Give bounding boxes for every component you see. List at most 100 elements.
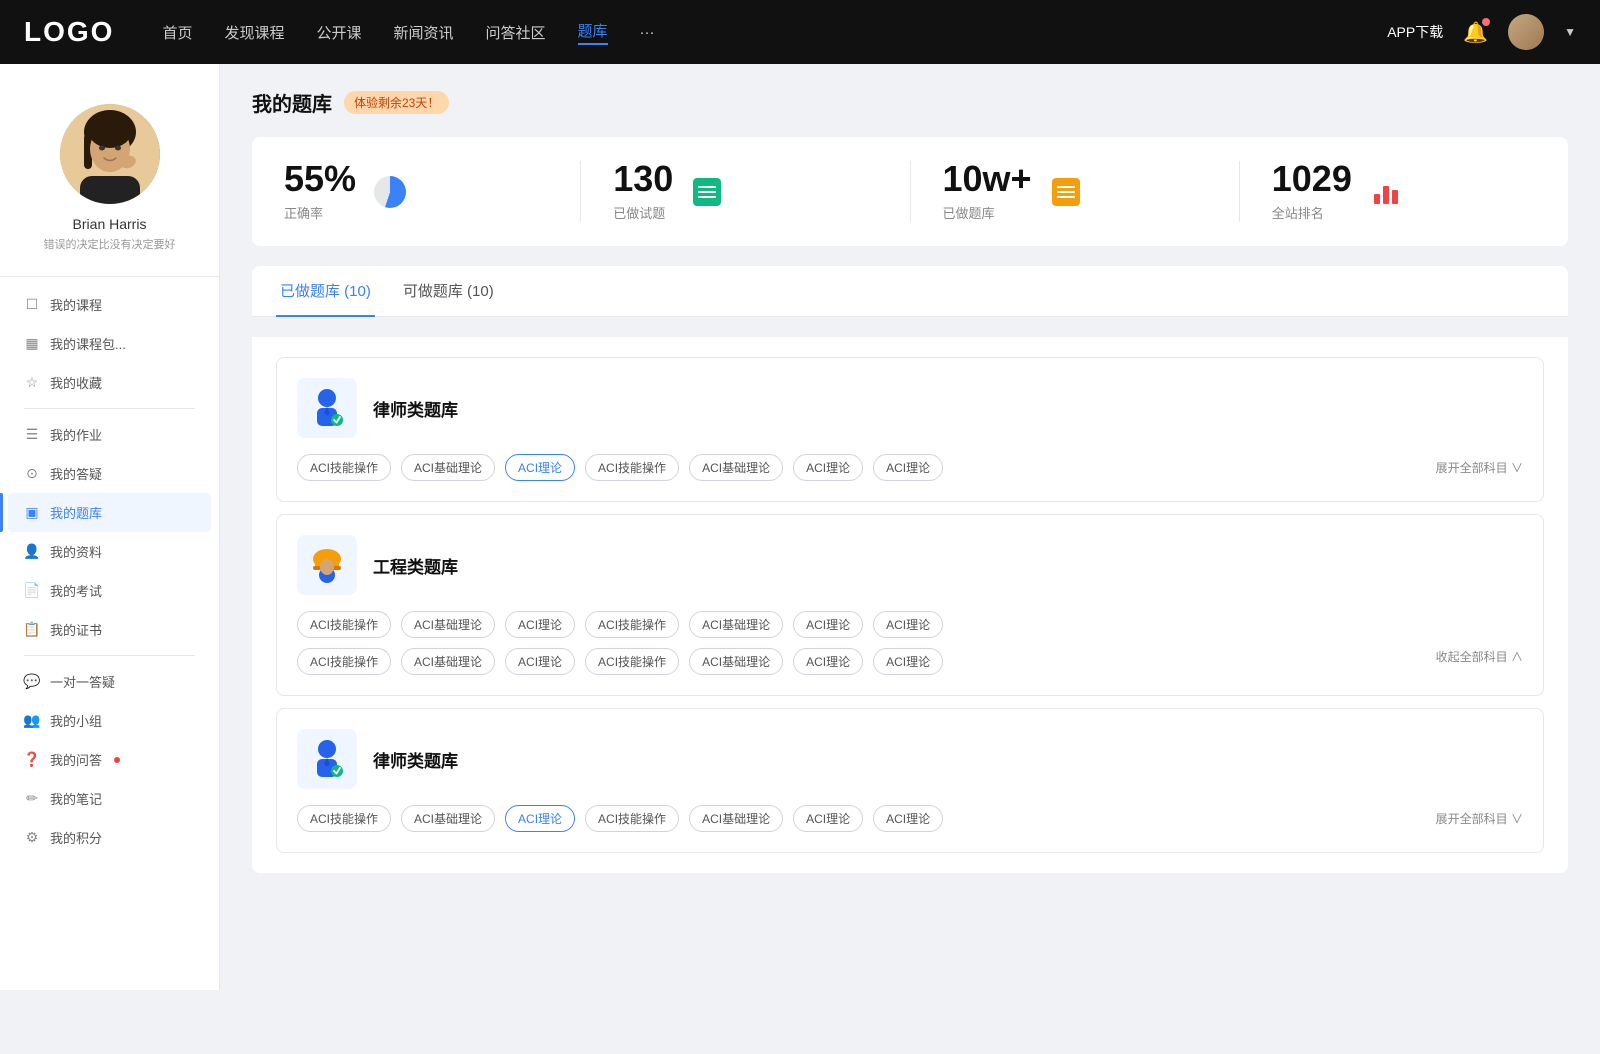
app-download-btn[interactable]: APP下载 — [1387, 22, 1443, 42]
avatar-image — [1508, 14, 1544, 50]
notification-bell[interactable]: 🔔 — [1463, 20, 1488, 45]
tag-2-7[interactable]: ACI理论 — [873, 611, 943, 638]
list-green-icon — [693, 178, 721, 206]
sidebar-label-quiz: 我的题库 — [50, 503, 102, 522]
user-avatar[interactable] — [1508, 14, 1544, 50]
done-questions-icon — [689, 174, 725, 210]
tag-2-3[interactable]: ACI理论 — [505, 611, 575, 638]
tag-3-5[interactable]: ACI基础理论 — [689, 805, 783, 832]
divider1 — [24, 408, 195, 409]
tag-3-7[interactable]: ACI理论 — [873, 805, 943, 832]
sidebar-item-profile[interactable]: 👤 我的资料 — [8, 532, 211, 571]
tag-2b-3[interactable]: ACI理论 — [505, 648, 575, 675]
sidebar-item-exam[interactable]: 📄 我的考试 — [8, 571, 211, 610]
favorites-icon: ☆ — [24, 375, 40, 391]
nav-qa[interactable]: 问答社区 — [486, 22, 546, 43]
bank-card-lawyer-2: 律师类题库 ACI技能操作 ACI基础理论 ACI理论 ACI技能操作 ACI基… — [276, 708, 1544, 853]
tag-1-6[interactable]: ACI理论 — [793, 454, 863, 481]
lawyer-svg-1 — [305, 386, 349, 430]
tab-done[interactable]: 已做题库 (10) — [276, 266, 375, 317]
sidebar-item-favorites[interactable]: ☆ 我的收藏 — [8, 363, 211, 402]
divider2 — [24, 655, 195, 656]
tag-2-5[interactable]: ACI基础理论 — [689, 611, 783, 638]
sidebar-item-quiz[interactable]: ▣ 我的题库 — [8, 493, 211, 532]
nav-home[interactable]: 首页 — [162, 22, 192, 43]
group-icon: 👥 — [24, 713, 40, 729]
tag-3-3[interactable]: ACI理论 — [505, 805, 575, 832]
tag-2b-5[interactable]: ACI基础理论 — [689, 648, 783, 675]
sidebar-item-notes[interactable]: ✏ 我的笔记 — [8, 779, 211, 818]
lawyer-svg-2 — [305, 737, 349, 781]
nav-open-course[interactable]: 公开课 — [316, 22, 361, 43]
sidebar-label-cert: 我的证书 — [50, 620, 102, 639]
tag-2-6[interactable]: ACI理论 — [793, 611, 863, 638]
accuracy-label: 正确率 — [284, 203, 356, 222]
bank-card-engineer: 工程类题库 ACI技能操作 ACI基础理论 ACI理论 ACI技能操作 ACI基… — [276, 514, 1544, 696]
sidebar-item-homework[interactable]: ☰ 我的作业 — [8, 415, 211, 454]
stats-bar: 55% 正确率 130 已做试题 — [252, 137, 1568, 246]
cert-icon: 📋 — [24, 622, 40, 638]
page-header: 我的题库 体验剩余23天！ — [252, 88, 1568, 117]
sidebar-item-points[interactable]: ⚙ 我的积分 — [8, 818, 211, 857]
done-banks-label: 已做题库 — [943, 203, 1032, 222]
rank-icon — [1368, 174, 1404, 210]
tag-3-1[interactable]: ACI技能操作 — [297, 805, 391, 832]
tag-1-4[interactable]: ACI技能操作 — [585, 454, 679, 481]
tag-1-2[interactable]: ACI基础理论 — [401, 454, 495, 481]
collapse-link-2[interactable]: 收起全部科目 ∧ — [1436, 648, 1523, 675]
qa-icon: ⊙ — [24, 466, 40, 482]
profile-name: Brian Harris — [73, 216, 147, 232]
done-questions-label: 已做试题 — [613, 203, 673, 222]
done-banks-icon — [1048, 174, 1084, 210]
tag-1-7[interactable]: ACI理论 — [873, 454, 943, 481]
sidebar-label-profile: 我的资料 — [50, 542, 102, 561]
tag-2b-7[interactable]: ACI理论 — [873, 648, 943, 675]
tag-2-2[interactable]: ACI基础理论 — [401, 611, 495, 638]
tag-3-4[interactable]: ACI技能操作 — [585, 805, 679, 832]
expand-link-1[interactable]: 展开全部科目 ∨ — [1436, 459, 1523, 476]
nav-quiz[interactable]: 题库 — [578, 20, 608, 45]
bank-card-header-3: 律师类题库 — [297, 729, 1523, 789]
tag-2b-4[interactable]: ACI技能操作 — [585, 648, 679, 675]
sidebar-item-cert[interactable]: 📋 我的证书 — [8, 610, 211, 649]
tag-2b-2[interactable]: ACI基础理论 — [401, 648, 495, 675]
expand-link-3[interactable]: 展开全部科目 ∨ — [1436, 810, 1523, 827]
tags-row-2b: ACI技能操作 ACI基础理论 ACI理论 ACI技能操作 ACI基础理论 AC… — [297, 648, 1523, 675]
rank-value: 1029 — [1272, 161, 1352, 197]
tabs-row: 已做题库 (10) 可做题库 (10) — [252, 266, 1568, 317]
tag-1-3[interactable]: ACI理论 — [505, 454, 575, 481]
exam-icon: 📄 — [24, 583, 40, 599]
sidebar-item-1on1[interactable]: 💬 一对一答疑 — [8, 662, 211, 701]
tag-3-6[interactable]: ACI理论 — [793, 805, 863, 832]
tab-available[interactable]: 可做题库 (10) — [399, 266, 498, 317]
sidebar-item-package[interactable]: ▦ 我的课程包... — [8, 324, 211, 363]
sidebar-label-qa: 我的答疑 — [50, 464, 102, 483]
tag-1-5[interactable]: ACI基础理论 — [689, 454, 783, 481]
nav-more[interactable]: ··· — [640, 24, 655, 41]
sidebar-item-group[interactable]: 👥 我的小组 — [8, 701, 211, 740]
tag-2b-1[interactable]: ACI技能操作 — [297, 648, 391, 675]
sidebar-item-qa[interactable]: ⊙ 我的答疑 — [8, 454, 211, 493]
bank-card-lawyer-1: 律师类题库 ACI技能操作 ACI基础理论 ACI理论 ACI技能操作 ACI基… — [276, 357, 1544, 502]
sidebar-item-course[interactable]: ☐ 我的课程 — [8, 285, 211, 324]
notes-icon: ✏ — [24, 791, 40, 807]
questions-red-dot — [114, 757, 120, 763]
sidebar-label-points: 我的积分 — [50, 828, 102, 847]
homework-icon: ☰ — [24, 427, 40, 443]
sidebar-menu: ☐ 我的课程 ▦ 我的课程包... ☆ 我的收藏 ☰ 我的作业 ⊙ 我的答疑 ▣ — [0, 285, 219, 857]
tag-3-2[interactable]: ACI基础理论 — [401, 805, 495, 832]
notification-dot — [1482, 18, 1490, 26]
sidebar-label-1on1: 一对一答疑 — [50, 672, 115, 691]
tag-1-1[interactable]: ACI技能操作 — [297, 454, 391, 481]
rank-label: 全站排名 — [1272, 203, 1352, 222]
nav-discover[interactable]: 发现课程 — [224, 22, 284, 43]
user-dropdown-arrow[interactable]: ▼ — [1564, 25, 1576, 39]
nav-news[interactable]: 新闻资讯 — [394, 22, 454, 43]
sidebar-label-exam: 我的考试 — [50, 581, 102, 600]
profile-section: Brian Harris 错误的决定比没有决定要好 — [0, 88, 219, 277]
tag-2-4[interactable]: ACI技能操作 — [585, 611, 679, 638]
tag-2-1[interactable]: ACI技能操作 — [297, 611, 391, 638]
tag-2b-6[interactable]: ACI理论 — [793, 648, 863, 675]
engineer-icon — [297, 535, 357, 595]
sidebar-item-questions[interactable]: ❓ 我的问答 — [8, 740, 211, 779]
